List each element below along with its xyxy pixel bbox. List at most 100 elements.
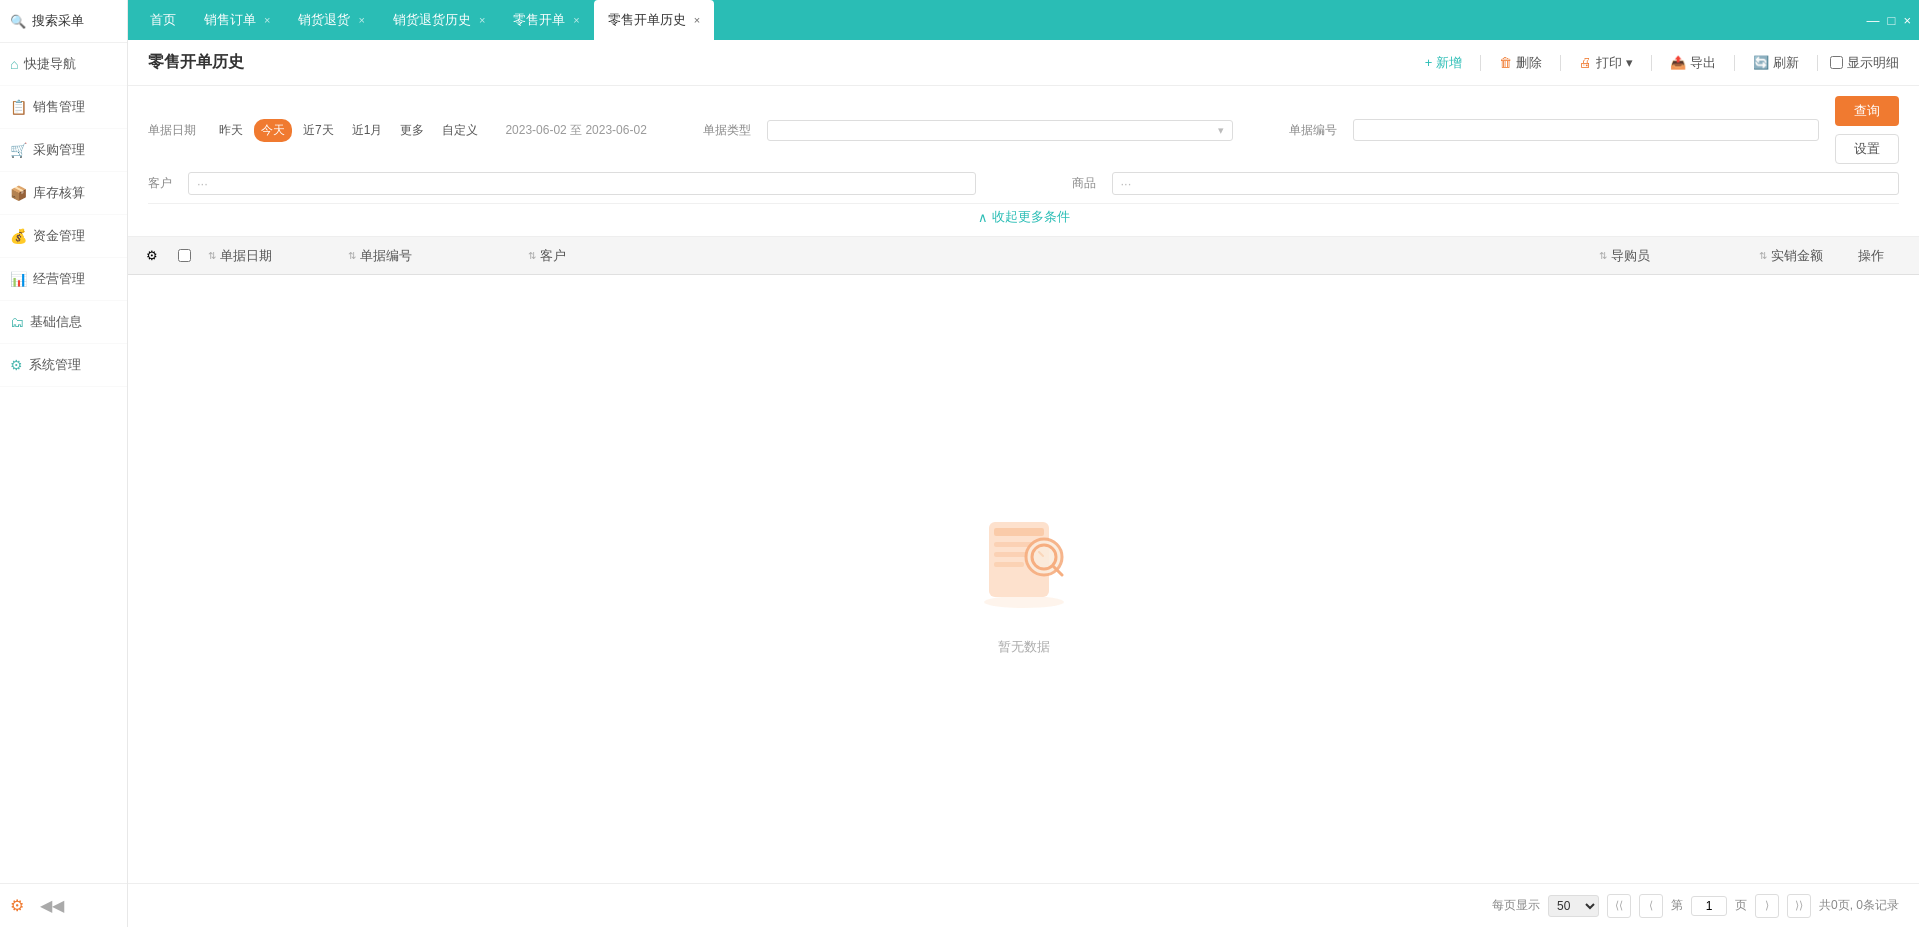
print-label: 打印 [1596,54,1622,72]
page-title: 零售开单历史 [148,52,244,73]
filter-row-1: 单据日期 昨天今天近7天近1月更多自定义 2023-06-02 至 2023-0… [148,96,1899,164]
sidebar-item-finance[interactable]: 💰 资金管理 [0,215,127,258]
sidebar-item-sales-mgmt[interactable]: 📋销售管理 [0,86,127,129]
date-shortcut-近1月[interactable]: 近1月 [345,119,390,142]
tab-close-sales-order[interactable]: × [264,14,270,26]
sidebar-menu: ⌂快捷导航📋销售管理🛒采购管理📦库存核算 💰 资金管理 📊经营管理🗂基础信息 ⚙ 系统管理 [0,43,127,883]
sort-icon5: ⇅ [1759,250,1767,261]
sidebar-label-finance: 资金管理 [33,227,85,245]
tab-retail-open[interactable]: 零售开单 × [499,0,593,40]
collapse-sidebar-icon[interactable]: ◀◀ [40,896,64,915]
base-info-icon: 🗂 [10,314,24,330]
tab-sales-return-history[interactable]: 销货退货历史 × [379,0,499,40]
tab-label-sales-return-history: 销货退货历史 [393,11,471,29]
tab-sales-order[interactable]: 销售订单× [190,0,284,40]
select-all-checkbox[interactable] [178,249,191,262]
sidebar-item-purchase-mgmt[interactable]: 🛒采购管理 [0,129,127,172]
date-shortcuts: 昨天今天近7天近1月更多自定义 [212,119,485,142]
sort-icon4: ⇅ [1599,250,1607,261]
quick-nav-icon: ⌂ [10,56,18,72]
doc-number-input[interactable] [1353,119,1819,141]
tab-close-sales-return-history[interactable]: × [479,14,485,26]
filter-row-2: 客户 ··· 商品 ··· [148,172,1899,195]
export-icon: 📤 [1670,55,1686,70]
tab-home[interactable]: 首页 [136,0,190,40]
maximize-btn[interactable]: □ [1888,13,1896,28]
sidebar-label-system: 系统管理 [29,356,81,374]
th-guide[interactable]: ⇅ 导购员 [1591,247,1711,265]
finance-icon: 💰 [10,228,27,244]
purchase-mgmt-icon: 🛒 [10,142,27,158]
goods-placeholder: ··· [1121,176,1132,191]
page-size-select[interactable]: 2050100 [1548,895,1599,917]
divider4 [1734,55,1735,71]
system-icon: ⚙ [10,357,23,373]
date-shortcut-更多[interactable]: 更多 [393,119,431,142]
delete-button[interactable]: 🗑 删除 [1493,50,1548,76]
gear-icon[interactable]: ⚙ [10,896,24,915]
divider5 [1817,55,1818,71]
doc-type-select[interactable]: ▾ [767,120,1233,141]
sort-icon: ⇅ [208,250,216,261]
th-customer-label: 客户 [540,247,566,265]
show-detail-input[interactable] [1830,56,1843,69]
sidebar: 🔍 搜索采单 ⌂快捷导航📋销售管理🛒采购管理📦库存核算 💰 资金管理 📊经营管理🗂基础… [0,0,128,927]
checkbox-col[interactable] [168,249,200,262]
minimize-btn[interactable]: — [1867,13,1880,28]
customer-select[interactable]: ··· [188,172,976,195]
export-button[interactable]: 📤 导出 [1664,50,1722,76]
sidebar-bottom: ⚙ ◀◀ [0,883,127,927]
add-button[interactable]: + 新增 [1419,50,1468,76]
first-page-btn[interactable]: ⟨⟨ [1607,894,1631,918]
th-date[interactable]: ⇅ 单据日期 [200,247,340,265]
refresh-icon: 🔄 [1753,55,1769,70]
sidebar-item-base-info[interactable]: 🗂基础信息 [0,301,127,344]
th-number[interactable]: ⇅ 单据编号 [340,247,520,265]
last-page-btn[interactable]: ⟩⟩ [1787,894,1811,918]
settings-button[interactable]: 设置 [1835,134,1899,164]
date-shortcut-自定义[interactable]: 自定义 [435,119,485,142]
date-shortcut-今天[interactable]: 今天 [254,119,292,142]
goods-select[interactable]: ··· [1112,172,1900,195]
export-label: 导出 [1690,54,1716,72]
empty-state: 暂无数据 [128,275,1919,883]
page-total: 共0页, 0条记录 [1819,897,1899,914]
print-button[interactable]: 🖨 打印 ▾ [1573,50,1639,76]
add-label: + 新增 [1425,54,1462,72]
tab-retail-history[interactable]: 零售开单历史× [594,0,714,40]
current-page-input[interactable] [1691,896,1727,916]
settings-col[interactable]: ⚙ [136,248,168,263]
per-page-label: 每页显示 [1492,897,1540,914]
tab-close-retail-history[interactable]: × [694,14,700,26]
date-shortcut-昨天[interactable]: 昨天 [212,119,250,142]
th-amount[interactable]: ⇅ 实销金额 [1711,247,1831,265]
svg-point-0 [984,596,1064,608]
close-btn[interactable]: × [1903,13,1911,28]
sidebar-search[interactable]: 🔍 搜索采单 [0,0,127,43]
table-area: ⚙ ⇅ 单据日期 ⇅ 单据编号 ⇅ 客户 ⇅ 导购员 ⇅ 实销金额 [128,237,1919,883]
query-button[interactable]: 查询 [1835,96,1899,126]
sidebar-item-inventory[interactable]: 📦库存核算 [0,172,127,215]
sidebar-item-operations[interactable]: 📊经营管理 [0,258,127,301]
sidebar-item-system[interactable]: ⚙ 系统管理 [0,344,127,387]
date-shortcut-近7天[interactable]: 近7天 [296,119,341,142]
refresh-button[interactable]: 🔄 刷新 [1747,50,1805,76]
tab-close-sales-return[interactable]: × [358,14,364,26]
inventory-icon: 📦 [10,185,27,201]
svg-rect-5 [994,562,1024,567]
show-detail-label: 显示明细 [1847,54,1899,72]
th-action-label: 操作 [1858,247,1884,265]
next-page-btn[interactable]: ⟩ [1755,894,1779,918]
tab-close-retail-open[interactable]: × [573,14,579,26]
prev-page-btn[interactable]: ⟨ [1639,894,1663,918]
show-detail-checkbox[interactable]: 显示明细 [1830,54,1899,72]
sidebar-item-quick-nav[interactable]: ⌂快捷导航 [0,43,127,86]
th-customer[interactable]: ⇅ 客户 [520,247,1591,265]
empty-text: 暂无数据 [998,638,1050,656]
print-arrow: ▾ [1626,55,1633,70]
tab-sales-return[interactable]: 销货退货× [284,0,378,40]
tab-label-retail-open: 零售开单 [513,11,565,29]
collapse-more-btn[interactable]: ∧ 收起更多条件 [148,203,1899,230]
toolbar: + 新增 🗑 删除 🖨 打印 ▾ 📤 导出 🔄 刷新 [1419,50,1899,76]
table-header: ⚙ ⇅ 单据日期 ⇅ 单据编号 ⇅ 客户 ⇅ 导购员 ⇅ 实销金额 [128,237,1919,275]
